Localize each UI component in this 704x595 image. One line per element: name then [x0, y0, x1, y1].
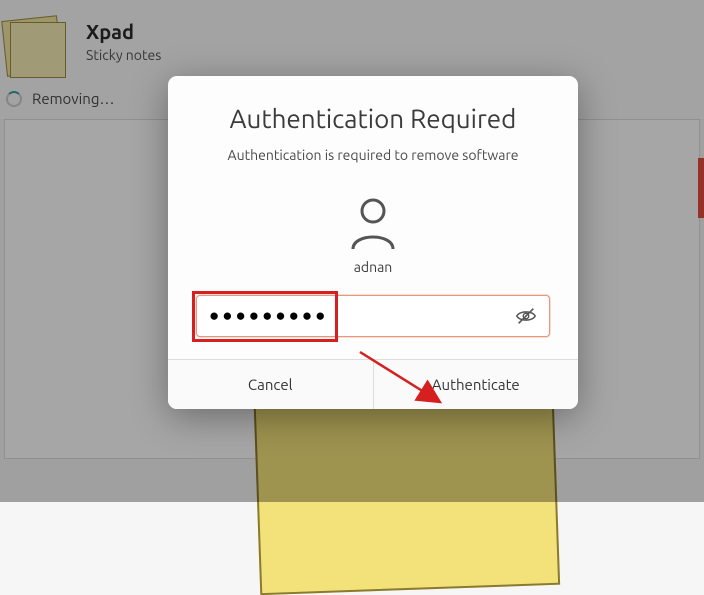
authentication-dialog: Authentication Required Authentication i…	[168, 76, 578, 409]
cancel-button[interactable]: Cancel	[168, 360, 374, 409]
username-label: adnan	[196, 259, 550, 275]
eye-off-icon	[515, 305, 537, 327]
password-field-row	[196, 295, 550, 337]
password-input[interactable]	[197, 296, 503, 336]
toggle-password-visibility-button[interactable]	[503, 296, 549, 336]
authenticate-button[interactable]: Authenticate	[374, 360, 579, 409]
dialog-message: Authentication is required to remove sof…	[196, 147, 550, 163]
dialog-body: Authentication Required Authentication i…	[168, 76, 578, 359]
user-icon	[345, 195, 401, 251]
dialog-buttons: Cancel Authenticate	[168, 359, 578, 409]
dialog-title: Authentication Required	[196, 104, 550, 133]
